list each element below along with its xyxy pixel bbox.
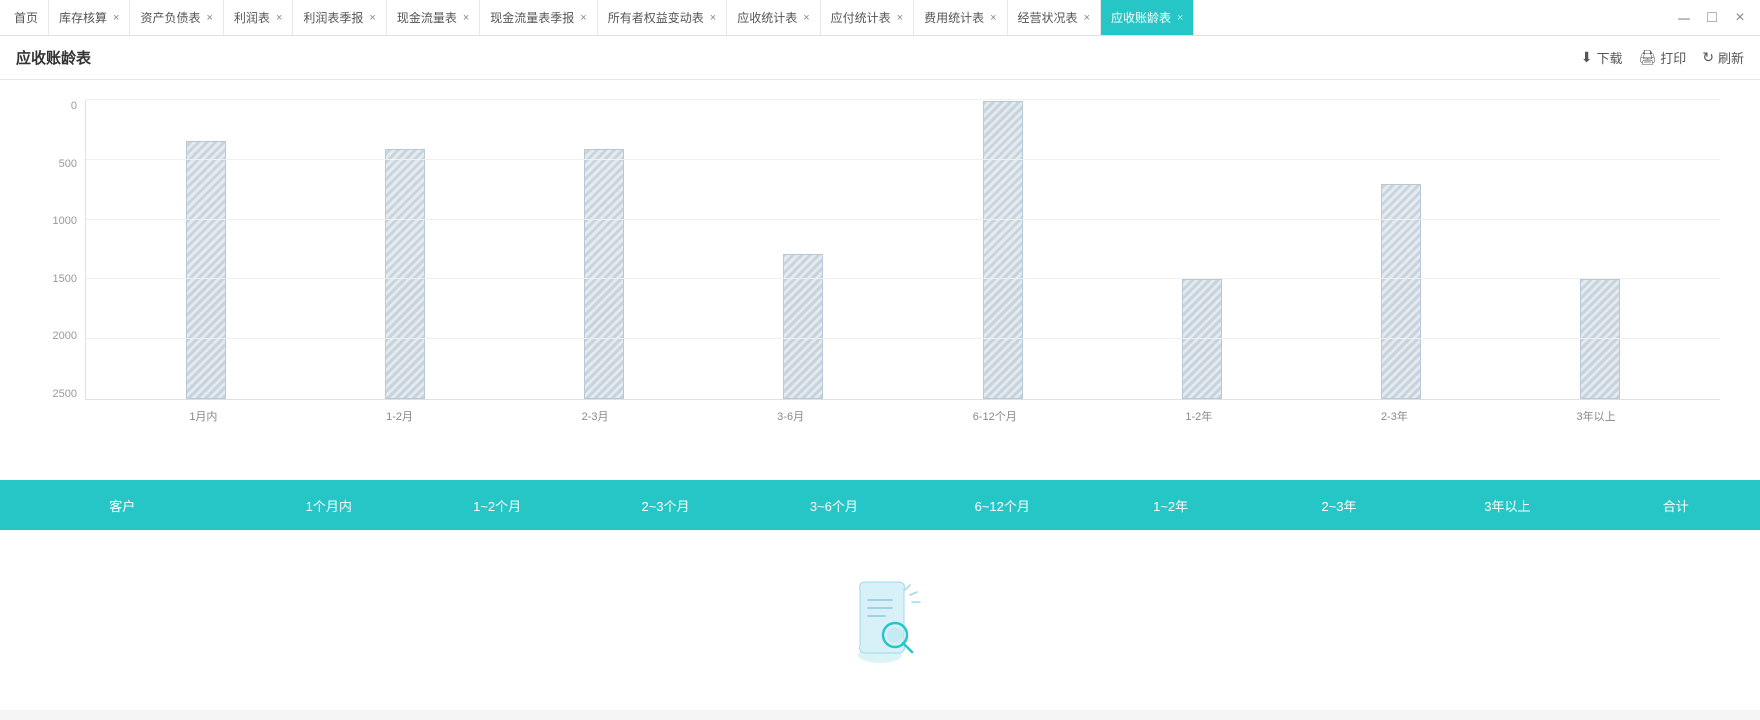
- grid-line-2500: [86, 99, 1720, 100]
- grid-line-1000: [86, 278, 1720, 279]
- grid-line-1500: [86, 219, 1720, 220]
- maximize-button[interactable]: □: [1700, 6, 1724, 30]
- th-2-3month: 2~3个月: [581, 496, 749, 515]
- x-label-4: 3-6月: [777, 408, 804, 424]
- refresh-button[interactable]: ↻ 刷新: [1702, 48, 1744, 67]
- grid-line-500: [86, 338, 1720, 339]
- empty-state-icon: [830, 570, 930, 670]
- tab-close-operation[interactable]: ×: [1084, 12, 1090, 24]
- th-1-2year: 1~2年: [1086, 496, 1254, 515]
- grid-lines: [86, 100, 1720, 399]
- chart-area: 2500 2000 1500 1000 500 0: [0, 80, 1760, 480]
- x-label-1: 1月内: [189, 408, 217, 424]
- th-6-12month: 6~12个月: [918, 496, 1086, 515]
- print-icon: 🖨: [1638, 49, 1656, 66]
- grid-line-2000: [86, 159, 1720, 160]
- tab-profit-quarterly[interactable]: 利润表季报 ×: [293, 0, 386, 36]
- tab-close-profit-quarterly[interactable]: ×: [369, 12, 375, 24]
- th-customer: 客户: [0, 496, 245, 515]
- minimize-button[interactable]: －: [1672, 6, 1696, 30]
- x-label-6: 1-2年: [1185, 408, 1212, 424]
- tab-bar-actions: － □ ×: [1672, 6, 1756, 30]
- x-label-3: 2-3月: [582, 408, 609, 424]
- x-label-8: 3年以上: [1576, 408, 1615, 424]
- tab-balance[interactable]: 资产负债表 ×: [130, 0, 223, 36]
- tab-profit[interactable]: 利润表 ×: [224, 0, 293, 36]
- tab-close-ap-stat[interactable]: ×: [897, 12, 903, 24]
- tab-operation[interactable]: 经营状况表 ×: [1008, 0, 1101, 36]
- tab-close-expense-stat[interactable]: ×: [990, 12, 996, 24]
- main-content: 2500 2000 1500 1000 500 0: [0, 80, 1760, 710]
- tab-close-inventory[interactable]: ×: [113, 12, 119, 24]
- th-2-3year: 2~3年: [1255, 496, 1423, 515]
- tab-expense-stat[interactable]: 费用统计表 ×: [914, 0, 1007, 36]
- close-button[interactable]: ×: [1728, 6, 1752, 30]
- download-icon: ⬇: [1581, 49, 1593, 66]
- th-total: 合计: [1592, 496, 1760, 515]
- download-button[interactable]: ⬇ 下载: [1581, 48, 1623, 67]
- y-axis: 2500 2000 1500 1000 500 0: [40, 100, 85, 400]
- tab-cashflow[interactable]: 现金流量表 ×: [387, 0, 480, 36]
- tab-close-ar-aging[interactable]: ×: [1177, 12, 1183, 24]
- tab-close-cashflow-quarterly[interactable]: ×: [580, 12, 586, 24]
- tab-home[interactable]: 首页: [4, 0, 49, 36]
- x-label-7: 2-3年: [1381, 408, 1408, 424]
- th-1-2month: 1~2个月: [413, 496, 581, 515]
- chart-inner: [85, 100, 1720, 400]
- x-axis-labels: 1月内 1-2月 2-3月 3-6月 6-12个月 1-2年 2-3年 3年以上: [40, 400, 1720, 424]
- th-3plus-year: 3年以上: [1423, 496, 1591, 515]
- tab-equity[interactable]: 所有者权益变动表 ×: [598, 0, 727, 36]
- tab-close-ar-stat[interactable]: ×: [803, 12, 809, 24]
- refresh-icon: ↻: [1702, 49, 1714, 66]
- page-header: 应收账龄表 ⬇ 下载 🖨 打印 ↻ 刷新: [0, 36, 1760, 80]
- tab-ar-stat[interactable]: 应收统计表 ×: [727, 0, 820, 36]
- empty-state: [0, 530, 1760, 710]
- page-actions: ⬇ 下载 🖨 打印 ↻ 刷新: [1581, 48, 1744, 67]
- tab-close-cashflow[interactable]: ×: [463, 12, 469, 24]
- x-label-2: 1-2月: [386, 408, 413, 424]
- tab-close-equity[interactable]: ×: [710, 12, 716, 24]
- tab-close-balance[interactable]: ×: [206, 12, 212, 24]
- print-button[interactable]: 🖨 打印: [1638, 48, 1686, 67]
- tab-close-profit[interactable]: ×: [276, 12, 282, 24]
- tab-bar: 首页 库存核算 × 资产负债表 × 利润表 × 利润表季报 × 现金流量表 × …: [0, 0, 1760, 36]
- tab-cashflow-quarterly[interactable]: 现金流量表季报 ×: [480, 0, 597, 36]
- tab-ap-stat[interactable]: 应付统计表 ×: [821, 0, 914, 36]
- table-header: 客户 1个月内 1~2个月 2~3个月 3~6个月 6~12个月 1~2年 2~…: [0, 480, 1760, 530]
- page-title: 应收账龄表: [16, 47, 91, 68]
- th-1month: 1个月内: [245, 496, 413, 515]
- th-3-6month: 3~6个月: [750, 496, 918, 515]
- tab-ar-aging[interactable]: 应收账龄表 ×: [1101, 0, 1194, 36]
- tab-inventory[interactable]: 库存核算 ×: [49, 0, 130, 36]
- x-label-5: 6-12个月: [973, 408, 1017, 424]
